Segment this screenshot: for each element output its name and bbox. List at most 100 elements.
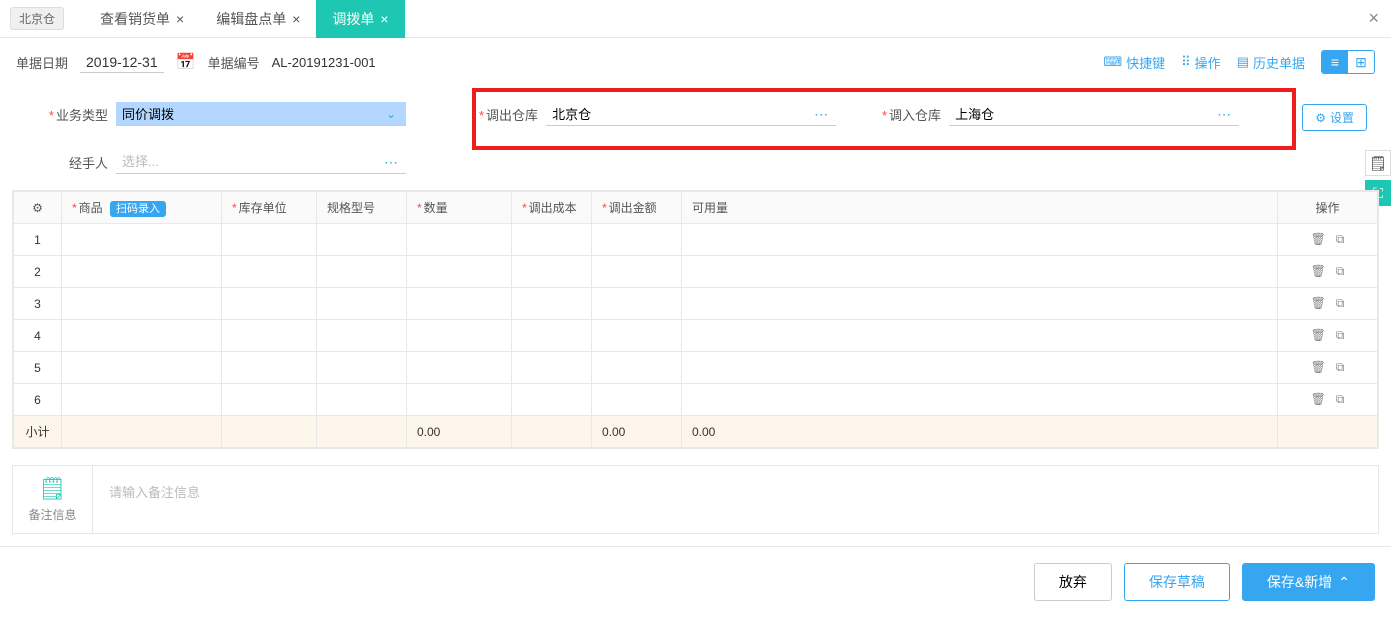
cell-unit[interactable]: [222, 224, 317, 256]
header-right: ⌨快捷键 ⠿操作 ▤历史单据 ≡ ⊞: [1103, 50, 1375, 74]
delete-icon[interactable]: 🗑: [1311, 296, 1326, 311]
copy-icon[interactable]: ⧉: [1336, 232, 1345, 247]
cell-amount[interactable]: [592, 320, 682, 352]
table-row[interactable]: 5 🗑⧉: [14, 352, 1378, 384]
tab-edit-inventory[interactable]: 编辑盘点单 ×: [200, 0, 316, 38]
date-input[interactable]: 2019-12-31: [80, 52, 164, 73]
close-icon[interactable]: ×: [176, 11, 184, 27]
delete-icon[interactable]: 🗑: [1311, 360, 1326, 375]
cell-spec[interactable]: [317, 320, 407, 352]
cell-amount[interactable]: [592, 224, 682, 256]
field-label: *调入仓库: [869, 105, 949, 124]
cell-product[interactable]: [62, 352, 222, 384]
table-row[interactable]: 4 🗑⧉: [14, 320, 1378, 352]
cell-product[interactable]: [62, 224, 222, 256]
cell-qty[interactable]: [407, 320, 512, 352]
cell-available[interactable]: [682, 288, 1278, 320]
shortcut-link[interactable]: ⌨快捷键: [1103, 53, 1165, 72]
footer: 放弃 保存草稿 保存&新增⌃: [0, 546, 1391, 617]
cell-available[interactable]: [682, 320, 1278, 352]
cell-cost[interactable]: [512, 224, 592, 256]
field-label: *调出仓库: [466, 105, 546, 124]
cell-qty[interactable]: [407, 288, 512, 320]
view-grid-button[interactable]: ⊞: [1348, 51, 1374, 73]
note-tool[interactable]: 🗒: [1365, 150, 1391, 176]
cell-cost[interactable]: [512, 288, 592, 320]
cell-spec[interactable]: [317, 384, 407, 416]
chevron-down-icon[interactable]: ⌄: [386, 107, 396, 121]
in-warehouse-input[interactable]: [949, 102, 1239, 126]
cell-available[interactable]: [682, 256, 1278, 288]
more-icon[interactable]: ⋯: [1217, 106, 1232, 123]
cell-amount[interactable]: [592, 352, 682, 384]
scan-badge[interactable]: 扫码录入: [110, 201, 166, 217]
cell-amount[interactable]: [592, 256, 682, 288]
cell-available[interactable]: [682, 224, 1278, 256]
cell-unit[interactable]: [222, 320, 317, 352]
cell-cost[interactable]: [512, 384, 592, 416]
cell-product[interactable]: [62, 256, 222, 288]
cell-qty[interactable]: [407, 256, 512, 288]
subtotal-label: 小计: [14, 416, 62, 448]
table-row[interactable]: 3 🗑⧉: [14, 288, 1378, 320]
delete-icon[interactable]: 🗑: [1311, 392, 1326, 407]
settings-button[interactable]: ⚙设置: [1302, 104, 1367, 131]
cell-available[interactable]: [682, 384, 1278, 416]
docno-value: AL-20191231-001: [272, 55, 376, 70]
cell-spec[interactable]: [317, 256, 407, 288]
cell-cost[interactable]: [512, 320, 592, 352]
calendar-icon[interactable]: 📅: [176, 52, 196, 72]
discard-button[interactable]: 放弃: [1034, 563, 1112, 601]
tab-transfer[interactable]: 调拨单 ×: [316, 0, 404, 38]
cell-cost[interactable]: [512, 352, 592, 384]
delete-icon[interactable]: 🗑: [1311, 328, 1326, 343]
grid-icon: ⠿: [1181, 54, 1191, 70]
delete-icon[interactable]: 🗑: [1311, 232, 1326, 247]
cell-unit[interactable]: [222, 288, 317, 320]
table-row[interactable]: 1 🗑⧉: [14, 224, 1378, 256]
view-list-button[interactable]: ≡: [1322, 51, 1348, 73]
cell-product[interactable]: [62, 288, 222, 320]
copy-icon[interactable]: ⧉: [1336, 392, 1345, 407]
remark-input[interactable]: [93, 466, 1378, 533]
cell-unit[interactable]: [222, 352, 317, 384]
save-new-button[interactable]: 保存&新增⌃: [1242, 563, 1375, 601]
biz-type-input[interactable]: [116, 102, 406, 126]
copy-icon[interactable]: ⧉: [1336, 296, 1345, 311]
save-draft-button[interactable]: 保存草稿: [1124, 563, 1230, 601]
close-icon[interactable]: ×: [380, 11, 388, 27]
cell-qty[interactable]: [407, 224, 512, 256]
more-icon[interactable]: ⋯: [384, 154, 399, 171]
history-link[interactable]: ▤历史单据: [1237, 53, 1305, 72]
close-icon[interactable]: ×: [292, 11, 300, 27]
copy-icon[interactable]: ⧉: [1336, 360, 1345, 375]
cell-amount[interactable]: [592, 288, 682, 320]
cell-product[interactable]: [62, 320, 222, 352]
operate-link[interactable]: ⠿操作: [1181, 53, 1221, 72]
cell-available[interactable]: [682, 352, 1278, 384]
copy-icon[interactable]: ⧉: [1336, 328, 1345, 343]
tab-view-sales[interactable]: 查看销货单 ×: [84, 0, 200, 38]
gear-icon: ⚙: [1315, 111, 1326, 125]
cell-spec[interactable]: [317, 224, 407, 256]
table-row[interactable]: 6 🗑⧉: [14, 384, 1378, 416]
cell-unit[interactable]: [222, 256, 317, 288]
gear-header[interactable]: ⚙: [14, 192, 62, 224]
cell-amount[interactable]: [592, 384, 682, 416]
warehouse-tag[interactable]: 北京仓: [10, 7, 64, 30]
cell-spec[interactable]: [317, 288, 407, 320]
handler-input[interactable]: [116, 150, 406, 174]
copy-icon[interactable]: ⧉: [1336, 264, 1345, 279]
cell-spec[interactable]: [317, 352, 407, 384]
cell-qty[interactable]: [407, 352, 512, 384]
delete-icon[interactable]: 🗑: [1311, 264, 1326, 279]
cell-product[interactable]: [62, 384, 222, 416]
cell-qty[interactable]: [407, 384, 512, 416]
close-icon[interactable]: ×: [1368, 8, 1379, 29]
cell-cost[interactable]: [512, 256, 592, 288]
more-icon[interactable]: ⋯: [814, 106, 829, 123]
out-warehouse-input[interactable]: [546, 102, 836, 126]
cell-unit[interactable]: [222, 384, 317, 416]
ops-header: 操作: [1278, 192, 1378, 224]
table-row[interactable]: 2 🗑⧉: [14, 256, 1378, 288]
